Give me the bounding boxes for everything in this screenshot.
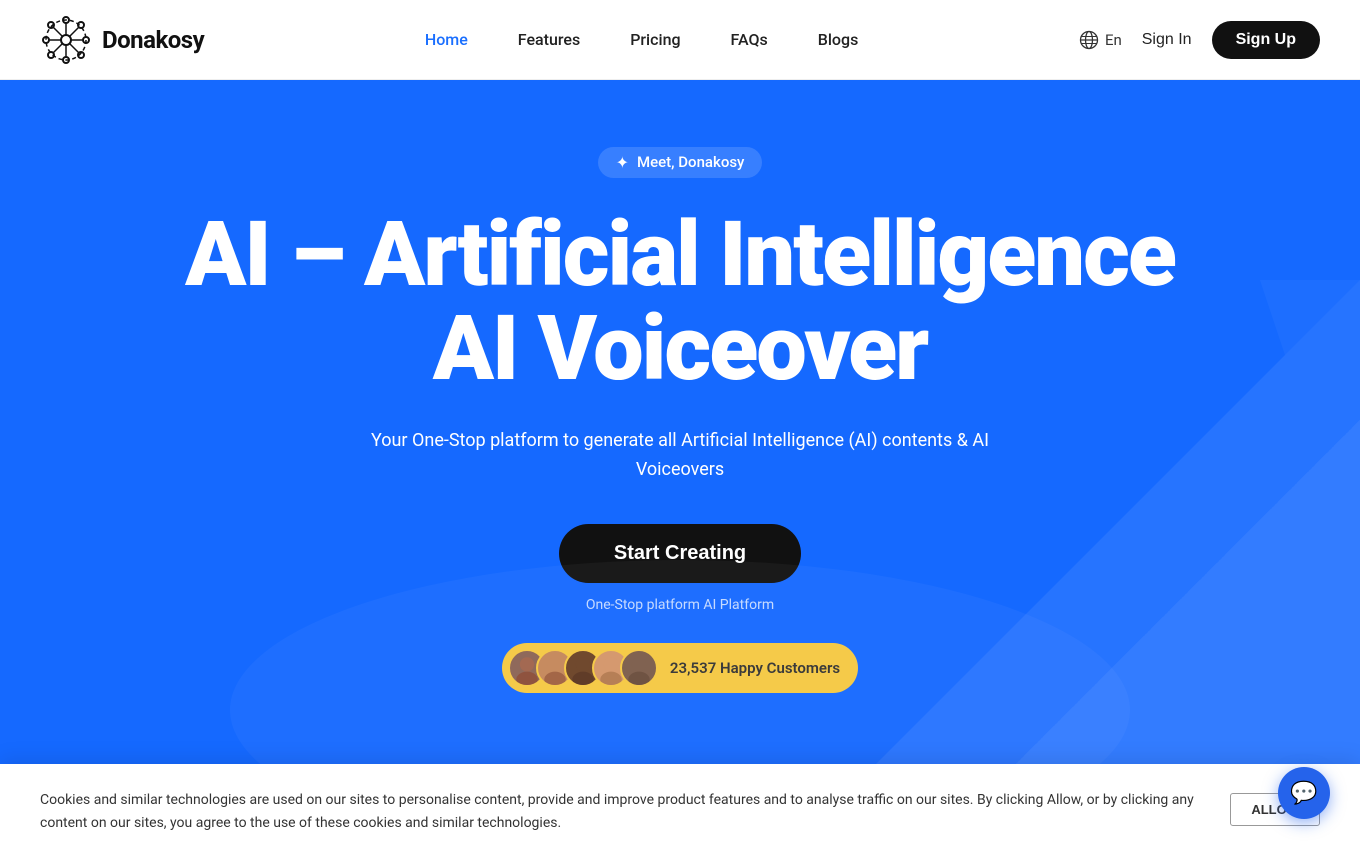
nav-pricing[interactable]: Pricing: [630, 30, 680, 49]
globe-icon: [1079, 30, 1099, 50]
hero-title-line1: AI – Artificial Intelligence: [185, 202, 1175, 307]
meet-badge-text: Meet, Donakosy: [637, 153, 744, 171]
signin-button[interactable]: Sign In: [1142, 31, 1192, 49]
nav-right: En Sign In Sign Up: [1079, 21, 1320, 59]
sparkle-icon: ✦: [616, 153, 629, 172]
avatar: [592, 649, 630, 687]
chat-bubble[interactable]: 💬: [1278, 767, 1330, 819]
meet-badge: ✦ Meet, Donakosy: [598, 147, 763, 178]
logo-text: Donakosy: [102, 26, 204, 54]
logo[interactable]: Donakosy: [40, 14, 204, 66]
nav-features[interactable]: Features: [518, 30, 580, 49]
chat-icon: 💬: [1290, 781, 1317, 806]
nav-home[interactable]: Home: [425, 30, 468, 49]
platform-label: One-Stop platform AI Platform: [586, 597, 774, 613]
nav-blogs[interactable]: Blogs: [818, 30, 859, 49]
hero-title-line2: AI Voiceover: [433, 296, 928, 401]
customers-badge: 23,537 Happy Customers: [502, 643, 858, 693]
avatar: [620, 649, 658, 687]
logo-icon: [40, 14, 92, 66]
nav-faqs[interactable]: FAQs: [731, 30, 768, 49]
hero-title: AI – Artificial Intelligence AI Voiceove…: [185, 208, 1175, 397]
signup-button[interactable]: Sign Up: [1212, 21, 1320, 59]
cookie-banner: Cookies and similar technologies are use…: [0, 764, 1360, 859]
navbar: Donakosy Home Features Pricing FAQs Blog…: [0, 0, 1360, 80]
hero-section: ✦ Meet, Donakosy AI – Artificial Intelli…: [0, 80, 1360, 780]
hero-subtitle: Your One-Stop platform to generate all A…: [330, 427, 1030, 485]
avatar: [564, 649, 602, 687]
nav-menu: Home Features Pricing FAQs Blogs: [425, 30, 858, 49]
language-selector[interactable]: En: [1079, 30, 1122, 50]
customers-count: 23,537 Happy Customers: [670, 659, 840, 677]
customer-avatars: [508, 649, 658, 687]
cookie-text: Cookies and similar technologies are use…: [40, 789, 1200, 834]
lang-label: En: [1105, 31, 1122, 49]
avatar: [536, 649, 574, 687]
start-creating-button[interactable]: Start Creating: [559, 524, 801, 583]
avatar: [508, 649, 546, 687]
